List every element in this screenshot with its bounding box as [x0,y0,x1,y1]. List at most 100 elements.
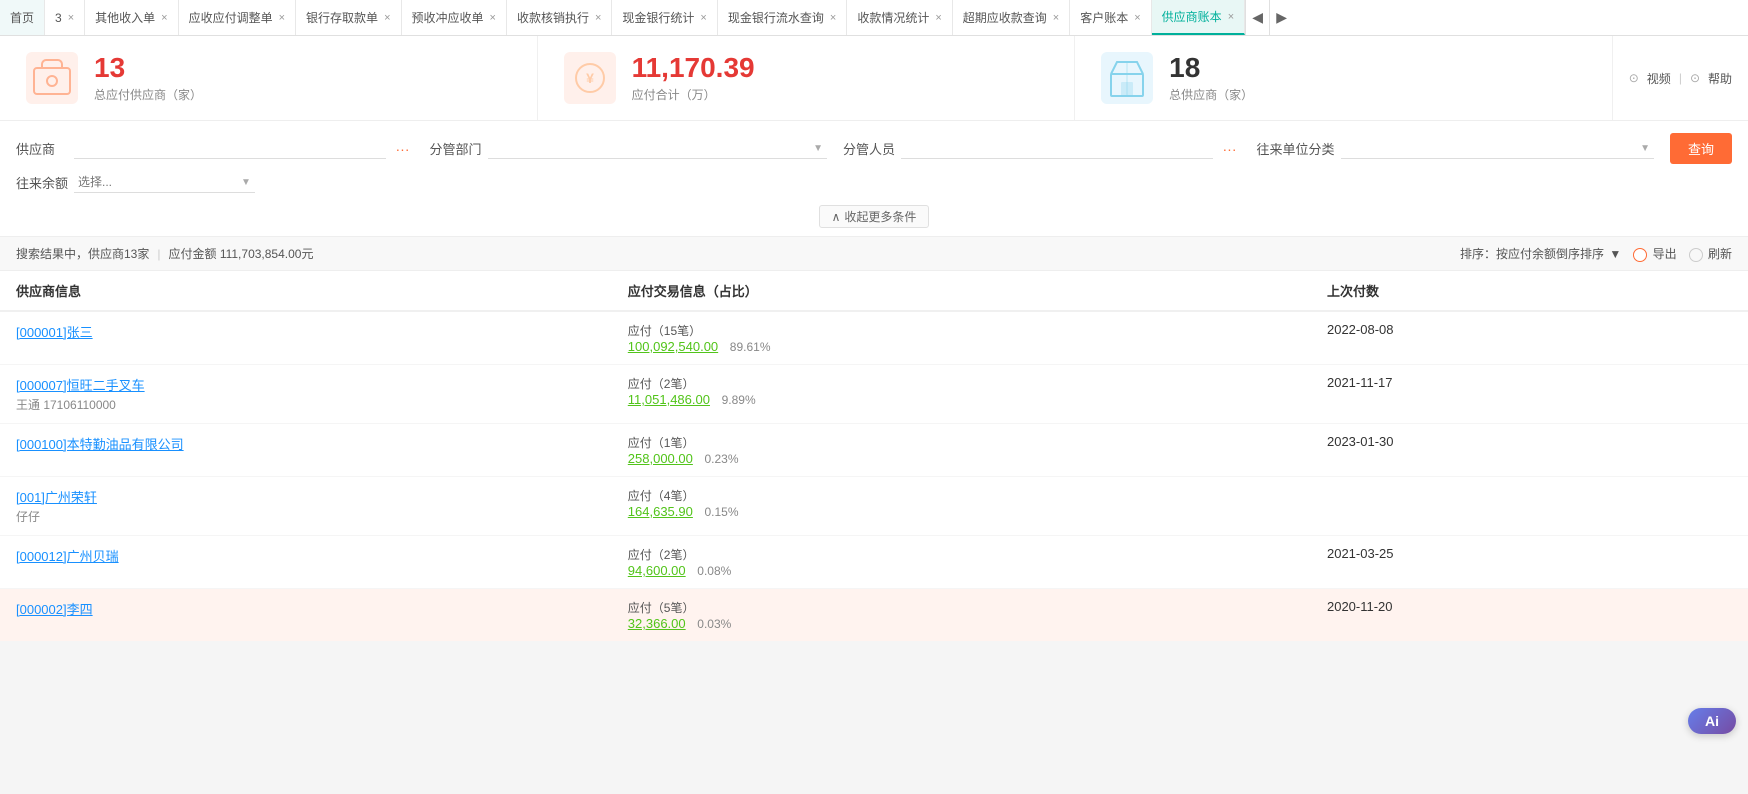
nav-tab-ar-ap-adjust[interactable]: 应收应付调整单 × [179,0,296,35]
main-table-container: 供应商信息 应付交易信息（占比） 上次付数 [000001]张三 应付（15笔）… [0,271,1748,642]
close-tab-cash-bank-stat[interactable]: × [700,12,706,24]
card1-content: 13 总应付供应商（家） [94,53,202,104]
payable-cell-4: 应付（2笔） 94,600.00 0.08% [612,536,1311,589]
summary-bar: 13 总应付供应商（家） ¥ 11,170.39 应付合计（万） [0,36,1748,121]
nav-tab-collection-verify[interactable]: 收款核销执行 × [507,0,612,35]
supplier-sub-3: 仔仔 [16,508,596,525]
payable-percent-5: 0.03% [697,617,731,631]
nav-tab-cash-bank-flow[interactable]: 现金银行流水查询 × [718,0,847,35]
payable-amount-4[interactable]: 94,600.00 [628,563,686,578]
close-tab-collection-verify[interactable]: × [595,12,601,24]
supplier-link-0[interactable]: [000001]张三 [16,325,93,340]
nav-tab-overdue-ar[interactable]: 超期应收款查询 × [953,0,1070,35]
category-dropdown-icon[interactable]: ▼ [1636,143,1654,154]
nav-next-button[interactable]: ▶ [1269,0,1293,35]
payable-amount-3[interactable]: 164,635.90 [628,504,693,519]
balance-filter-input[interactable] [74,172,237,192]
payable-label-4: 应付（2笔） [628,546,1295,563]
balance-filter-wrapper: ▼ [74,172,255,193]
payable-cell-1: 应付（2笔） 11,051,486.00 9.89% [612,365,1311,424]
nav-tab-bank-deposit[interactable]: 银行存取款单 × [296,0,401,35]
close-tab-overdue-ar[interactable]: × [1053,12,1059,24]
result-bar-right: 排序：按应付余额倒序排序 ▼ 导出 刷新 [1460,245,1732,262]
table-header: 供应商信息 应付交易信息（占比） 上次付数 [0,271,1748,311]
last-payment-cell-4: 2021-03-25 [1311,536,1748,589]
help-link[interactable]: 帮助 [1708,70,1732,87]
filter-balance: 往来余额 ▼ [16,172,236,193]
supplier-cell-5: [000002]李四 [0,589,612,642]
supplier-link-4[interactable]: [000012]广州贝瑞 [16,549,119,564]
ai-badge[interactable]: Ai [1688,708,1736,734]
sort-label[interactable]: 排序：按应付余额倒序排序 ▼ [1460,245,1621,262]
supplier-link-1[interactable]: [000007]恒旺二手叉车 [16,378,145,393]
close-tab-prepay-ar[interactable]: × [490,12,496,24]
result-text2: 应付金额 111,703,854.00元 [168,245,313,262]
th-supplier-info: 供应商信息 [0,271,612,311]
supplier-link-5[interactable]: [000002]李四 [16,602,93,617]
supplier-filter-dots[interactable]: ··· [392,141,414,157]
supplier-filter-label: 供应商 [16,139,68,158]
card1-label: 总应付供应商（家） [94,86,202,103]
last-payment-cell-5: 2020-11-20 [1311,589,1748,642]
filter-person: 分管人员 ··· [843,138,1241,159]
last-payment-cell-2: 2023-01-30 [1311,424,1748,477]
card3-label: 总供应商（家） [1169,86,1253,103]
table-row: [000002]李四 应付（5笔） 32,366.00 0.03% 2020-1… [0,589,1748,642]
supplier-link-3[interactable]: [001]广州荣轩 [16,490,97,505]
nav-tab-3[interactable]: 3 × [45,0,85,35]
payable-amount-2[interactable]: 258,000.00 [628,451,693,466]
dept-filter-input[interactable] [488,138,810,158]
payable-amount-0[interactable]: 100,092,540.00 [628,339,718,354]
table-body: [000001]张三 应付（15笔） 100,092,540.00 89.61%… [0,311,1748,642]
payable-cell-0: 应付（15笔） 100,092,540.00 89.61% [612,311,1311,365]
export-icon [1633,248,1647,262]
close-tab-3[interactable]: × [68,12,74,24]
store-icon [1099,50,1155,106]
nav-prev-button[interactable]: ◀ [1245,0,1269,35]
video-link[interactable]: 视频 [1647,70,1671,87]
refresh-button[interactable]: 刷新 [1689,245,1732,262]
collapse-button[interactable]: ∧ 收起更多条件 [819,205,930,228]
close-tab-other-income[interactable]: × [161,12,167,24]
nav-tab-prepay-ar[interactable]: 预收冲应收单 × [402,0,507,35]
close-tab-cash-bank-flow[interactable]: × [830,12,836,24]
dept-filter-wrapper: ▼ [488,138,827,159]
payable-percent-2: 0.23% [705,452,739,466]
dept-dropdown-icon[interactable]: ▼ [809,143,827,154]
nav-tab-home[interactable]: 首页 [0,0,45,35]
supplier-table: 供应商信息 应付交易信息（占比） 上次付数 [000001]张三 应付（15笔）… [0,271,1748,642]
nav-tab-other-income[interactable]: 其他收入单 × [85,0,178,35]
nav-tab-customer-ledger[interactable]: 客户账本 × [1070,0,1151,35]
nav-tab-supplier-ledger[interactable]: 供应商账本 × [1152,0,1245,35]
close-tab-customer-ledger[interactable]: × [1134,12,1140,24]
payable-amount-5[interactable]: 32,366.00 [628,616,686,631]
payable-percent-3: 0.15% [705,505,739,519]
close-tab-supplier-ledger[interactable]: × [1228,11,1234,23]
supplier-filter-input[interactable] [74,138,386,159]
query-button[interactable]: 查询 [1670,133,1732,164]
last-payment-cell-0: 2022-08-08 [1311,311,1748,365]
person-filter-input[interactable] [901,138,1212,159]
th-last-payment: 上次付数 [1311,271,1748,311]
result-bar-left: 搜索结果中，供应商13家 | 应付金额 111,703,854.00元 [16,245,313,262]
supplier-link-2[interactable]: [000100]本特勤油品有限公司 [16,437,184,452]
payable-label-2: 应付（1笔） [628,434,1295,451]
close-tab-bank-deposit[interactable]: × [384,12,390,24]
export-button[interactable]: 导出 [1633,245,1676,262]
filter-dept: 分管部门 ▼ [430,138,828,159]
person-filter-dots[interactable]: ··· [1219,141,1241,157]
card3-value: 18 [1169,53,1253,84]
nav-tab-collection-stat[interactable]: 收款情况统计 × [847,0,952,35]
category-filter-wrapper: ▼ [1341,138,1654,159]
nav-tab-cash-bank-stat[interactable]: 现金银行统计 × [612,0,717,35]
payable-amount-1[interactable]: 11,051,486.00 [628,392,710,407]
sort-dropdown-icon: ▼ [1609,247,1621,261]
filter-supplier: 供应商 ··· [16,138,414,159]
dept-filter-label: 分管部门 [430,139,482,158]
filter-area: 供应商 ··· 分管部门 ▼ 分管人员 ··· 往来单位分类 ▼ 查询 [0,121,1748,237]
balance-dropdown-icon[interactable]: ▼ [237,177,255,188]
close-tab-ar-ap-adjust[interactable]: × [279,12,285,24]
collapse-bar: ∧ 收起更多条件 [16,201,1732,228]
category-filter-input[interactable] [1341,138,1637,158]
close-tab-collection-stat[interactable]: × [935,12,941,24]
